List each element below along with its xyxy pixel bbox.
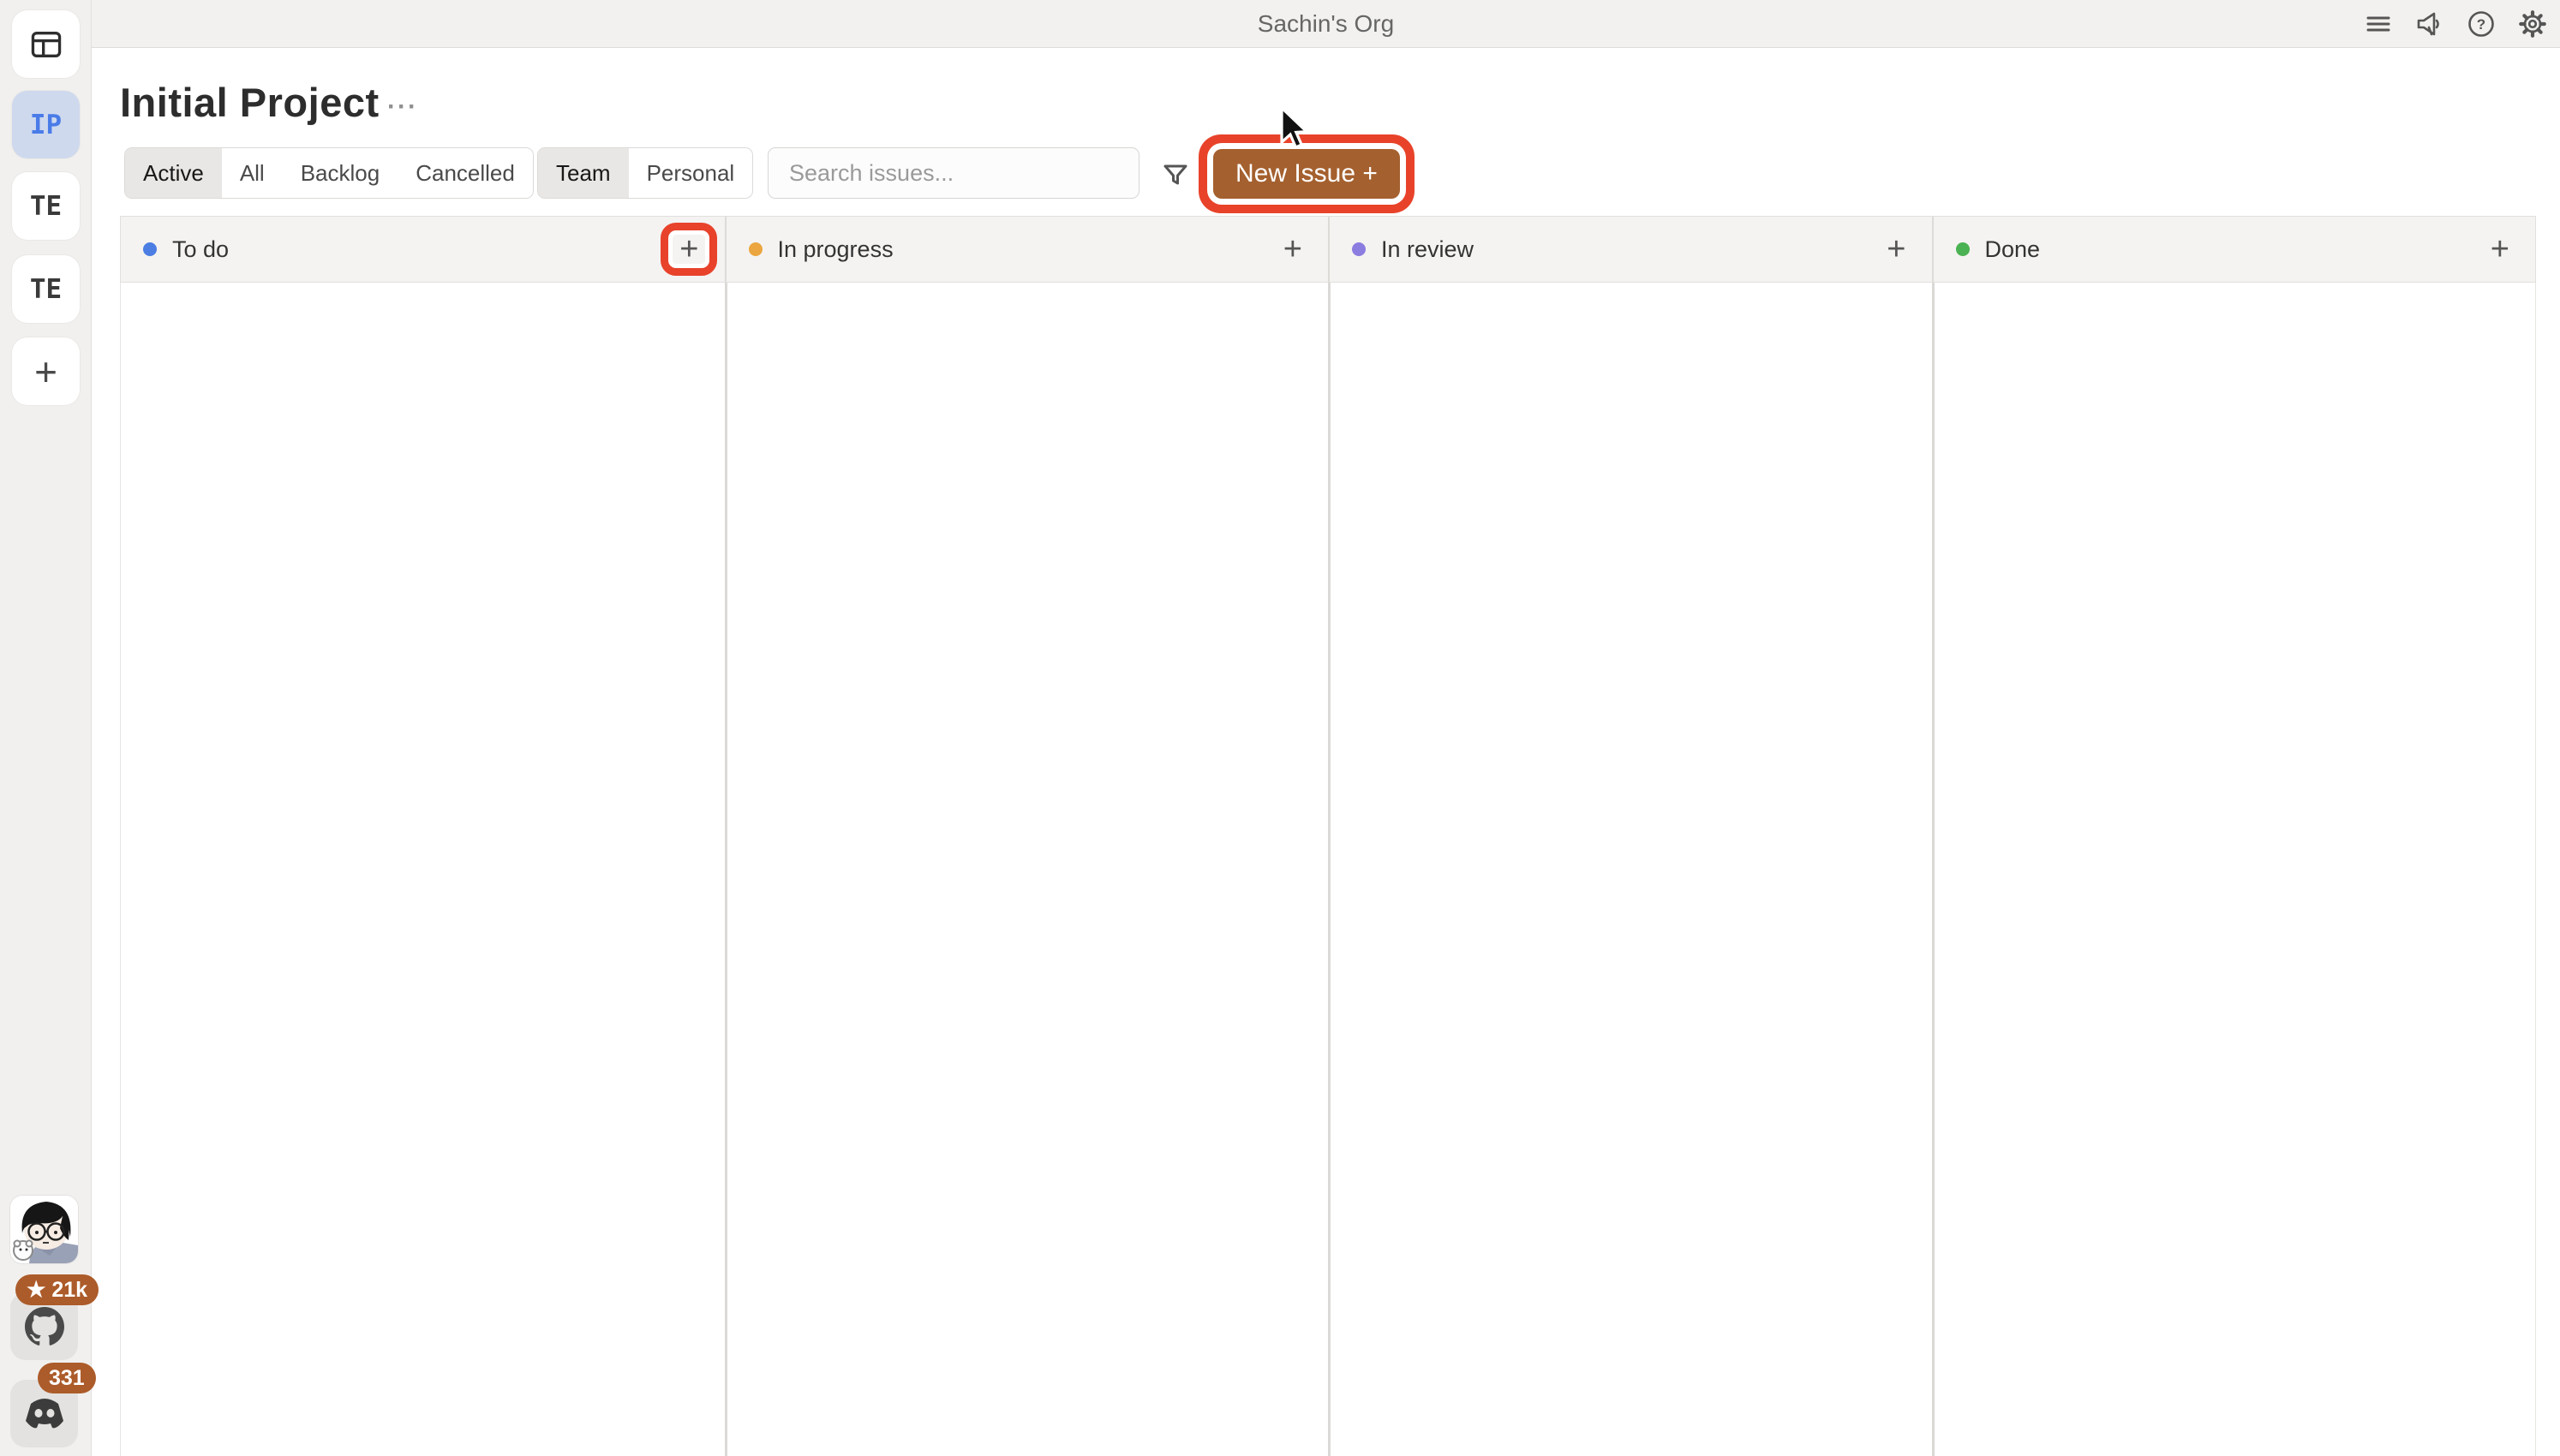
search-input[interactable] <box>768 147 1139 199</box>
scope-filter-tabs: Team Personal <box>537 147 753 199</box>
page-title: Initial Project <box>120 79 380 126</box>
add-issue-todo-button[interactable]: + <box>676 233 702 266</box>
board-column-headers: To do + In progress + In review + Done + <box>120 216 2536 283</box>
mouse-cursor <box>1277 106 1311 154</box>
workspace-tile-te-2[interactable]: TE <box>12 255 80 323</box>
layout-icon <box>29 27 63 62</box>
add-issue-done-button[interactable]: + <box>2487 233 2513 266</box>
column-label: In review <box>1381 236 1474 263</box>
github-stars-badge: ★ 21k <box>15 1274 99 1305</box>
filter-funnel-icon[interactable] <box>1157 156 1194 194</box>
sidebar: IP TE TE + ★ 21k <box>0 0 92 1456</box>
discord-icon <box>24 1397 65 1431</box>
add-issue-in-progress-button[interactable]: + <box>1280 233 1306 266</box>
menu-icon[interactable] <box>2363 9 2394 39</box>
tab-cancelled[interactable]: Cancelled <box>398 148 533 198</box>
add-issue-in-review-button[interactable]: + <box>1883 233 1909 266</box>
tab-all[interactable]: All <box>222 148 283 198</box>
announcements-icon[interactable] <box>2414 9 2445 39</box>
column-in-review <box>1328 283 1932 1456</box>
column-in-progress <box>725 283 1329 1456</box>
status-dot-done <box>1956 242 1970 256</box>
column-header-in-progress: In progress + <box>725 217 1329 282</box>
column-todo <box>121 283 725 1456</box>
status-dot-todo <box>143 242 157 256</box>
workspace-tile-te-1[interactable]: TE <box>12 172 80 240</box>
avatar-illustration <box>10 1196 78 1263</box>
status-filter-tabs: Active All Backlog Cancelled <box>124 147 534 199</box>
column-done <box>1932 283 2536 1456</box>
column-header-done: Done + <box>1932 217 2536 282</box>
column-label: In progress <box>778 236 894 263</box>
user-avatar[interactable] <box>10 1196 78 1263</box>
tab-team[interactable]: Team <box>538 148 629 198</box>
column-label: Done <box>1985 236 2041 263</box>
tab-backlog[interactable]: Backlog <box>283 148 398 198</box>
column-label: To do <box>172 236 229 263</box>
status-dot-in-progress <box>749 242 763 256</box>
add-workspace-button[interactable]: + <box>12 337 80 405</box>
workspace-switcher-button[interactable] <box>12 10 80 78</box>
tab-active[interactable]: Active <box>125 148 222 198</box>
settings-gear-icon[interactable] <box>2517 9 2548 39</box>
tab-personal[interactable]: Personal <box>629 148 753 198</box>
column-header-in-review: In review + <box>1328 217 1932 282</box>
top-header: Sachin's Org ? <box>92 0 2560 48</box>
column-header-todo: To do + <box>121 217 725 282</box>
github-icon <box>25 1307 64 1346</box>
workspace-tile-ip[interactable]: IP <box>12 91 80 158</box>
board-columns <box>120 283 2536 1456</box>
discord-members-badge: 331 <box>38 1363 96 1393</box>
new-issue-button[interactable]: New Issue + <box>1213 149 1400 199</box>
project-more-button[interactable]: ··· <box>387 92 418 122</box>
help-icon[interactable]: ? <box>2466 9 2497 39</box>
status-dot-in-review <box>1352 242 1366 256</box>
org-name: Sachin's Org <box>1258 10 1394 38</box>
svg-text:?: ? <box>2477 16 2485 33</box>
header-actions: ? <box>2363 0 2548 48</box>
